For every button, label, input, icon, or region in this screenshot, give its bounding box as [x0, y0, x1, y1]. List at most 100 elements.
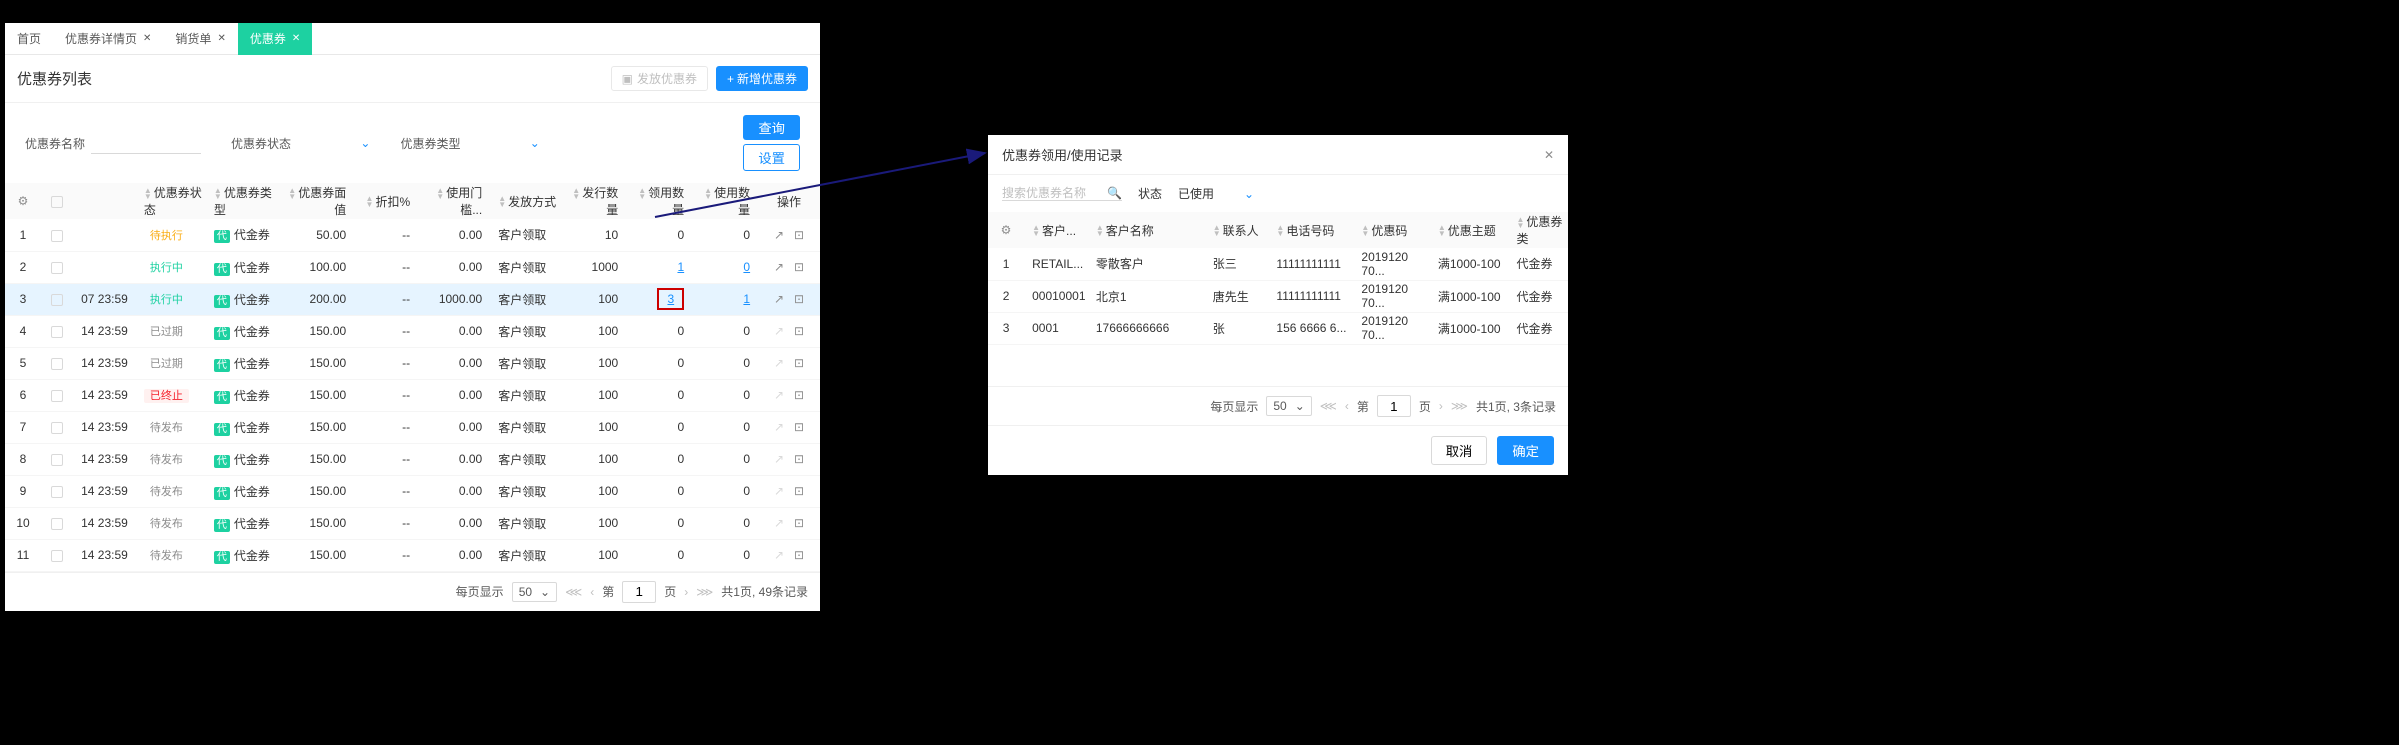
table-row[interactable]: 3 07 23:59 执行中 代代金券 200.00 -- 1000.00 客户…: [5, 283, 820, 315]
col-code[interactable]: ▲▼优惠码: [1353, 212, 1429, 248]
col-contact[interactable]: ▲▼联系人: [1205, 212, 1269, 248]
col-use-qty[interactable]: ▲▼使用数量: [692, 183, 758, 219]
filter-status-select[interactable]: ⌄: [297, 136, 370, 151]
qrcode-icon[interactable]: ⊡: [794, 292, 804, 306]
row-checkbox[interactable]: [41, 507, 72, 539]
qrcode-icon[interactable]: ⊡: [794, 452, 804, 466]
share-icon[interactable]: ↗: [774, 420, 784, 434]
status-select[interactable]: 已使用 ⌄: [1178, 185, 1254, 202]
page-input[interactable]: [622, 581, 656, 603]
table-row[interactable]: 6 14 23:59 已终止 代代金券 150.00 -- 0.00 客户领取 …: [5, 379, 820, 411]
col-method[interactable]: ▲▼发放方式: [490, 183, 560, 219]
share-icon[interactable]: ↗: [774, 548, 784, 562]
table-row[interactable]: 5 14 23:59 已过期 代代金券 150.00 -- 0.00 客户领取 …: [5, 347, 820, 379]
table-row[interactable]: 2 执行中 代代金券 100.00 -- 0.00 客户领取 1000 1 0 …: [5, 251, 820, 283]
use-qty-link[interactable]: 1: [743, 292, 750, 306]
qrcode-icon[interactable]: ⊡: [794, 388, 804, 402]
use-qty-link[interactable]: 0: [743, 260, 750, 274]
search-button[interactable]: 查询: [743, 115, 800, 140]
col-phone[interactable]: ▲▼电话号码: [1268, 212, 1353, 248]
table-row[interactable]: 9 14 23:59 待发布 代代金券 150.00 -- 0.00 客户领取 …: [5, 475, 820, 507]
gear-column[interactable]: ⚙: [988, 212, 1024, 248]
row-checkbox[interactable]: [41, 443, 72, 475]
col-time[interactable]: [72, 183, 136, 219]
first-page-icon[interactable]: ⋘: [565, 585, 582, 599]
close-icon[interactable]: ✕: [1544, 148, 1554, 162]
prev-page-icon[interactable]: ‹: [1345, 399, 1349, 413]
qrcode-icon[interactable]: ⊡: [794, 228, 804, 242]
col-receive-qty[interactable]: ▲▼领用数量: [626, 183, 692, 219]
table-row[interactable]: 1 RETAIL... 零散客户 张三 11111111111 2019120 …: [988, 248, 1568, 280]
col-issue-qty[interactable]: ▲▼发行数量: [560, 183, 626, 219]
close-icon[interactable]: ✕: [217, 23, 225, 55]
ok-button[interactable]: 确定: [1497, 436, 1554, 465]
row-checkbox[interactable]: [41, 219, 72, 251]
close-icon[interactable]: ✕: [143, 23, 151, 55]
row-checkbox[interactable]: [41, 251, 72, 283]
settings-button[interactable]: 设置: [743, 144, 800, 171]
row-checkbox[interactable]: [41, 411, 72, 443]
row-checkbox[interactable]: [41, 539, 72, 571]
table-row[interactable]: 2 00010001 北京1 唐先生 11111111111 2019120 7…: [988, 280, 1568, 312]
page-input[interactable]: [1377, 395, 1411, 417]
gear-column[interactable]: ⚙: [5, 183, 41, 219]
tab-home[interactable]: 首页: [5, 23, 53, 55]
row-checkbox[interactable]: [41, 475, 72, 507]
qrcode-icon[interactable]: ⊡: [794, 548, 804, 562]
filter-name-input[interactable]: [91, 132, 201, 154]
row-checkbox[interactable]: [41, 379, 72, 411]
search-input[interactable]: [1002, 186, 1092, 200]
search-box[interactable]: 🔍: [1002, 186, 1122, 201]
share-icon[interactable]: ↗: [774, 260, 784, 274]
share-icon[interactable]: ↗: [774, 484, 784, 498]
share-icon[interactable]: ↗: [774, 388, 784, 402]
filter-type-select[interactable]: ⌄: [466, 136, 539, 151]
qrcode-icon[interactable]: ⊡: [794, 484, 804, 498]
col-discount[interactable]: ▲▼折扣%: [354, 183, 418, 219]
next-page-icon[interactable]: ›: [1439, 399, 1443, 413]
share-icon[interactable]: ↗: [774, 292, 784, 306]
table-row[interactable]: 3 0001 17666666666 张 156 6666 6... 20191…: [988, 312, 1568, 344]
next-page-icon[interactable]: ›: [684, 585, 688, 599]
qrcode-icon[interactable]: ⊡: [794, 260, 804, 274]
col-ctype[interactable]: ▲▼优惠券类: [1508, 212, 1568, 248]
share-icon[interactable]: ↗: [774, 324, 784, 338]
table-row[interactable]: 8 14 23:59 待发布 代代金券 150.00 -- 0.00 客户领取 …: [5, 443, 820, 475]
prev-page-icon[interactable]: ‹: [590, 585, 594, 599]
qrcode-icon[interactable]: ⊡: [794, 516, 804, 530]
close-icon[interactable]: ✕: [292, 23, 300, 55]
qrcode-icon[interactable]: ⊡: [794, 420, 804, 434]
cancel-button[interactable]: 取消: [1431, 436, 1488, 465]
last-page-icon[interactable]: ⋙: [696, 585, 713, 599]
col-cust-name[interactable]: ▲▼客户名称: [1088, 212, 1205, 248]
share-icon[interactable]: ↗: [774, 228, 784, 242]
tab-sales[interactable]: 销货单 ✕: [163, 23, 237, 55]
checkbox-column[interactable]: [41, 183, 72, 219]
table-row[interactable]: 10 14 23:59 待发布 代代金券 150.00 -- 0.00 客户领取…: [5, 507, 820, 539]
per-page-select[interactable]: 50⌄: [512, 582, 557, 602]
last-page-icon[interactable]: ⋙: [1451, 399, 1468, 413]
qrcode-icon[interactable]: ⊡: [794, 356, 804, 370]
row-checkbox[interactable]: [41, 283, 72, 315]
receive-qty-link[interactable]: 1: [677, 260, 684, 274]
add-coupon-button[interactable]: 新增优惠券: [716, 66, 808, 91]
tab-detail[interactable]: 优惠券详情页 ✕: [53, 23, 163, 55]
table-row[interactable]: 1 待执行 代代金券 50.00 -- 0.00 客户领取 10 0 0 ↗⊡: [5, 219, 820, 251]
receive-qty-highlight[interactable]: 3: [657, 288, 684, 310]
per-page-select[interactable]: 50⌄: [1266, 396, 1311, 416]
table-row[interactable]: 11 14 23:59 待发布 代代金券 150.00 -- 0.00 客户领取…: [5, 539, 820, 571]
share-icon[interactable]: ↗: [774, 356, 784, 370]
col-cust-no[interactable]: ▲▼客户...: [1024, 212, 1088, 248]
col-topic[interactable]: ▲▼优惠主题: [1430, 212, 1509, 248]
table-row[interactable]: 4 14 23:59 已过期 代代金券 150.00 -- 0.00 客户领取 …: [5, 315, 820, 347]
row-checkbox[interactable]: [41, 315, 72, 347]
row-checkbox[interactable]: [41, 347, 72, 379]
col-type[interactable]: ▲▼优惠券类型: [206, 183, 278, 219]
tab-coupon[interactable]: 优惠券 ✕: [238, 23, 312, 55]
first-page-icon[interactable]: ⋘: [1320, 399, 1337, 413]
col-face[interactable]: ▲▼优惠券面值: [278, 183, 354, 219]
qrcode-icon[interactable]: ⊡: [794, 324, 804, 338]
table-row[interactable]: 7 14 23:59 待发布 代代金券 150.00 -- 0.00 客户领取 …: [5, 411, 820, 443]
share-icon[interactable]: ↗: [774, 452, 784, 466]
share-icon[interactable]: ↗: [774, 516, 784, 530]
